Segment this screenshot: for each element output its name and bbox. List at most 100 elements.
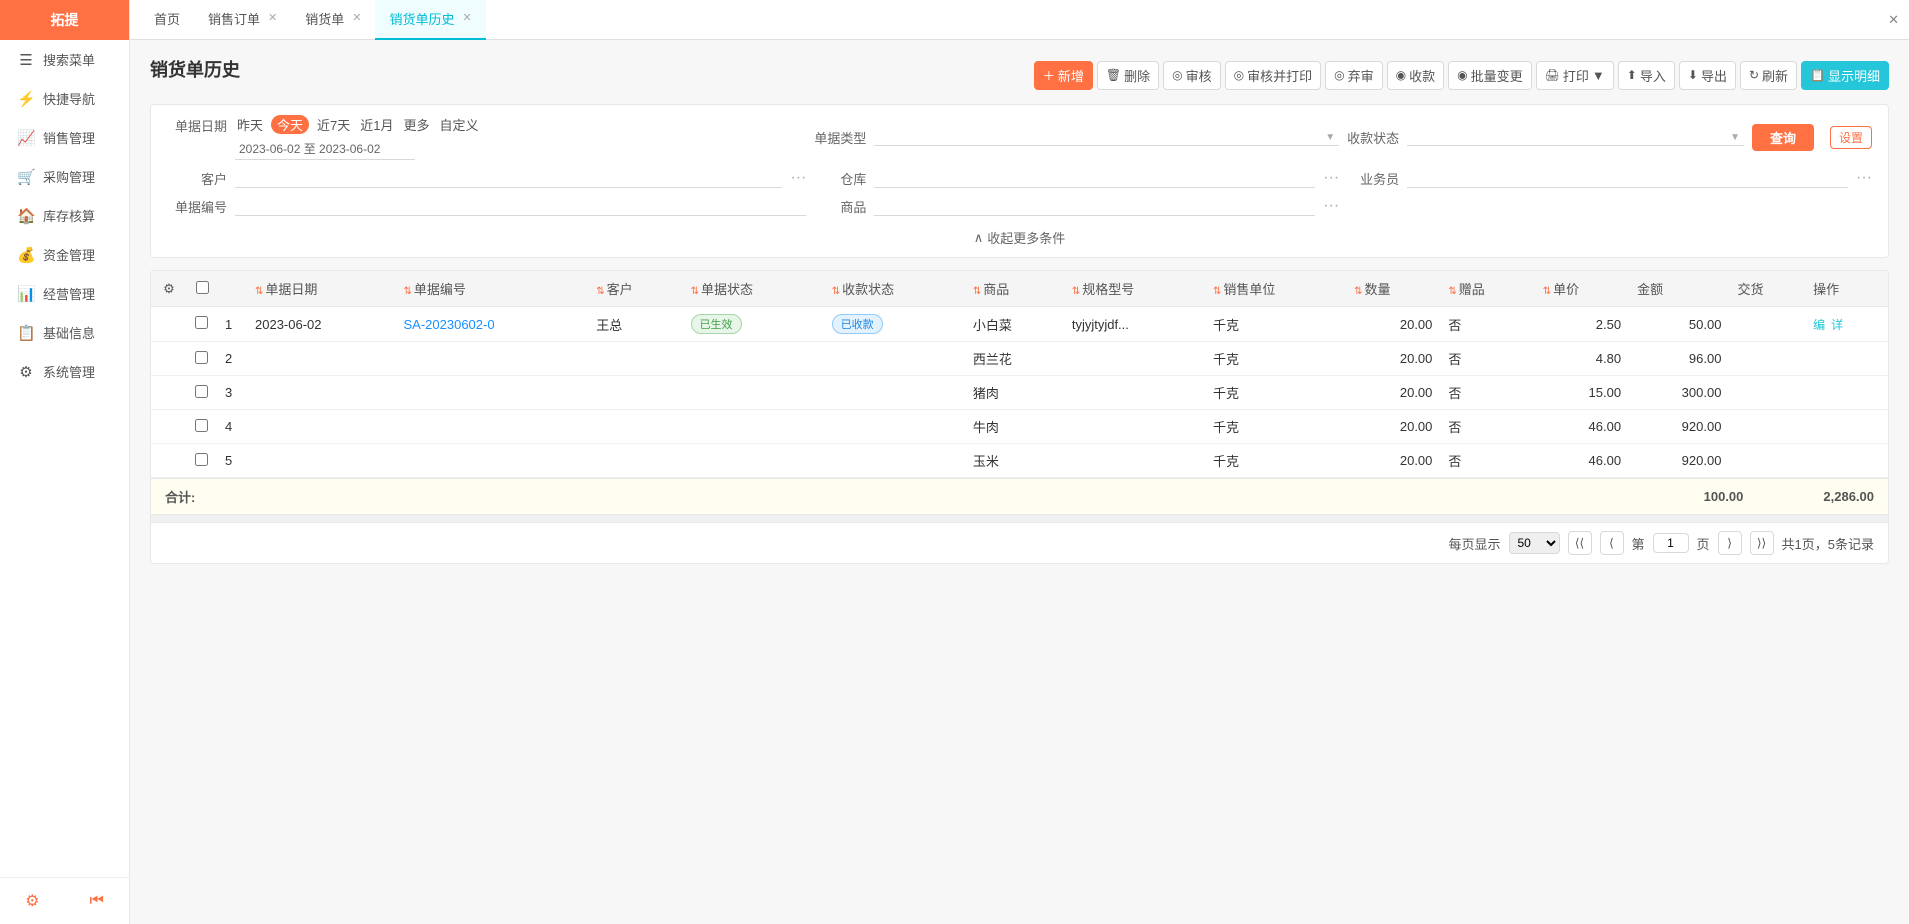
col-goods[interactable]: ⇅商品 — [965, 271, 1064, 307]
date-shortcut-1month[interactable]: 近1月 — [358, 115, 395, 134]
collapse-button[interactable]: ∧ 收起更多条件 — [167, 224, 1872, 247]
goods-input[interactable] — [874, 196, 1315, 216]
date-shortcut-custom[interactable]: 自定义 — [438, 115, 481, 134]
tab-home[interactable]: 首页 — [140, 0, 194, 40]
page-number-input[interactable] — [1653, 533, 1689, 553]
collect-button[interactable]: ◉ 收款 — [1387, 61, 1445, 90]
table-row: 3 猪肉 千克 20.00 否 15.00 300.00 — [151, 376, 1888, 410]
date-shortcut-more[interactable]: 更多 — [402, 115, 432, 134]
row-checkbox[interactable] — [195, 419, 208, 432]
print-button[interactable]: 🖨 打印 ▼ — [1536, 61, 1614, 90]
page-last-btn[interactable]: ⟩⟩ — [1750, 531, 1774, 555]
abandon-icon: ◎ — [1334, 68, 1344, 82]
cell-unit: 千克 — [1205, 376, 1346, 410]
edit-action-btn[interactable]: 编 — [1813, 316, 1825, 333]
cell-spec — [1064, 444, 1205, 478]
filter-date-item: 单据日期 昨天 今天 近7天 近1月 更多 自定义 2023-06-02 至 2… — [167, 115, 806, 160]
sidebar-settings-btn[interactable]: ⚙ — [17, 886, 47, 916]
sidebar-item-operations[interactable]: 📊 经营管理 — [0, 274, 129, 313]
import-button[interactable]: ⬆ 导入 — [1618, 61, 1675, 90]
page-prev-btn[interactable]: ⟨ — [1600, 531, 1624, 555]
sidebar-item-purchase-mgmt[interactable]: 🛒 采购管理 — [0, 157, 129, 196]
row-checkbox[interactable] — [195, 316, 208, 329]
abandon-button[interactable]: ◎ 弃审 — [1325, 61, 1383, 90]
date-shortcut-today[interactable]: 今天 — [271, 115, 309, 134]
col-check[interactable] — [187, 271, 217, 307]
col-doc-status[interactable]: ⇅单据状态 — [683, 271, 824, 307]
sidebar-item-search-menu[interactable]: ☰ 搜索菜单 — [0, 40, 129, 79]
show-detail-button[interactable]: 📋 显示明细 — [1801, 61, 1889, 90]
col-row-no — [217, 271, 247, 307]
batch-change-button[interactable]: ◉ 批量变更 — [1448, 61, 1532, 90]
row-checkbox[interactable] — [195, 385, 208, 398]
type-select[interactable]: ▼ — [874, 130, 1339, 146]
warehouse-dots[interactable]: ··· — [1323, 169, 1339, 187]
tab-sales-history-close[interactable]: ✕ — [463, 13, 472, 24]
tab-sales-delivery[interactable]: 销货单 ✕ — [291, 0, 375, 40]
col-customer[interactable]: ⇅客户 — [588, 271, 682, 307]
col-doc-date[interactable]: ⇅单据日期 — [247, 271, 396, 307]
sidebar-item-system-mgmt[interactable]: ⚙ 系统管理 — [0, 352, 129, 391]
cell-check[interactable] — [187, 444, 217, 478]
query-button[interactable]: 查询 — [1752, 124, 1814, 151]
collect-status-select[interactable]: ▼ — [1407, 130, 1744, 146]
cell-doc-no — [396, 410, 589, 444]
salesman-dots[interactable]: ··· — [1856, 169, 1872, 187]
sidebar-item-base-info[interactable]: 📋 基础信息 — [0, 313, 129, 352]
sidebar-item-quick-nav[interactable]: ⚡ 快捷导航 — [0, 79, 129, 118]
collect-status-label: 收款状态 — [1339, 128, 1399, 147]
cell-price: 15.00 — [1535, 376, 1629, 410]
col-gift[interactable]: ⇅赠品 — [1440, 271, 1534, 307]
add-button[interactable]: ＋ 新增 — [1034, 61, 1093, 90]
tab-sales-order-close[interactable]: ✕ — [268, 13, 277, 24]
audit-button[interactable]: ◎ 审核 — [1163, 61, 1221, 90]
settings-button[interactable]: 设置 — [1830, 126, 1872, 149]
sidebar-item-inventory[interactable]: 🏠 库存核算 — [0, 196, 129, 235]
filter-type-item: 单据类型 ▼ — [806, 128, 1339, 147]
row-checkbox[interactable] — [195, 453, 208, 466]
horizontal-scrollbar[interactable] — [151, 514, 1888, 522]
col-collect-status[interactable]: ⇅收款状态 — [824, 271, 965, 307]
col-spec[interactable]: ⇅规格型号 — [1064, 271, 1205, 307]
sidebar-toggle-btn[interactable]: ⏮ — [82, 886, 112, 916]
select-all-checkbox[interactable] — [196, 281, 209, 294]
tab-sales-history[interactable]: 销货单历史 ✕ — [375, 0, 485, 40]
col-doc-no[interactable]: ⇅单据编号 — [396, 271, 589, 307]
col-unit[interactable]: ⇅销售单位 — [1205, 271, 1346, 307]
cell-doc-status — [683, 444, 824, 478]
sidebar-item-label: 搜索菜单 — [43, 50, 95, 69]
col-gear[interactable]: ⚙ — [151, 271, 187, 307]
export-label: 导出 — [1701, 66, 1727, 85]
col-qty[interactable]: ⇅数量 — [1346, 271, 1440, 307]
sidebar-item-finance[interactable]: 💰 资金管理 — [0, 235, 129, 274]
col-price[interactable]: ⇅单价 — [1535, 271, 1629, 307]
cell-check[interactable] — [187, 376, 217, 410]
cell-check[interactable] — [187, 307, 217, 342]
detail-action-btn[interactable]: 详 — [1831, 316, 1843, 333]
page-size-select[interactable]: 50 100 200 — [1509, 532, 1560, 554]
customer-input[interactable] — [235, 168, 782, 188]
date-range-display[interactable]: 2023-06-02 至 2023-06-02 — [235, 138, 415, 160]
tab-sales-order[interactable]: 销售订单 ✕ — [194, 0, 291, 40]
warehouse-input[interactable] — [874, 168, 1315, 188]
goods-dots[interactable]: ··· — [1323, 197, 1339, 215]
audit-label: 审核 — [1186, 66, 1212, 85]
sidebar-item-sales-mgmt[interactable]: 📈 销售管理 — [0, 118, 129, 157]
row-checkbox[interactable] — [195, 351, 208, 364]
date-shortcut-7days[interactable]: 近7天 — [315, 115, 352, 134]
doc-no-input[interactable] — [235, 196, 806, 216]
page-next-btn[interactable]: ⟩ — [1718, 531, 1742, 555]
page-first-btn[interactable]: ⟨⟨ — [1568, 531, 1592, 555]
delete-button[interactable]: 🗑 删除 — [1097, 61, 1159, 90]
date-shortcut-yesterday[interactable]: 昨天 — [235, 115, 265, 134]
tab-bar-close-all[interactable]: ✕ — [1888, 12, 1899, 28]
audit-print-button[interactable]: ◎ 审核并打印 — [1225, 61, 1322, 90]
customer-dots[interactable]: ··· — [790, 169, 806, 187]
salesman-input[interactable] — [1407, 168, 1848, 188]
doc-no-link[interactable]: SA-20230602-0 — [404, 317, 495, 332]
cell-check[interactable] — [187, 342, 217, 376]
tab-sales-delivery-close[interactable]: ✕ — [352, 13, 361, 24]
refresh-button[interactable]: ↻ 刷新 — [1740, 61, 1797, 90]
cell-check[interactable] — [187, 410, 217, 444]
export-button[interactable]: ⬇ 导出 — [1679, 61, 1736, 90]
